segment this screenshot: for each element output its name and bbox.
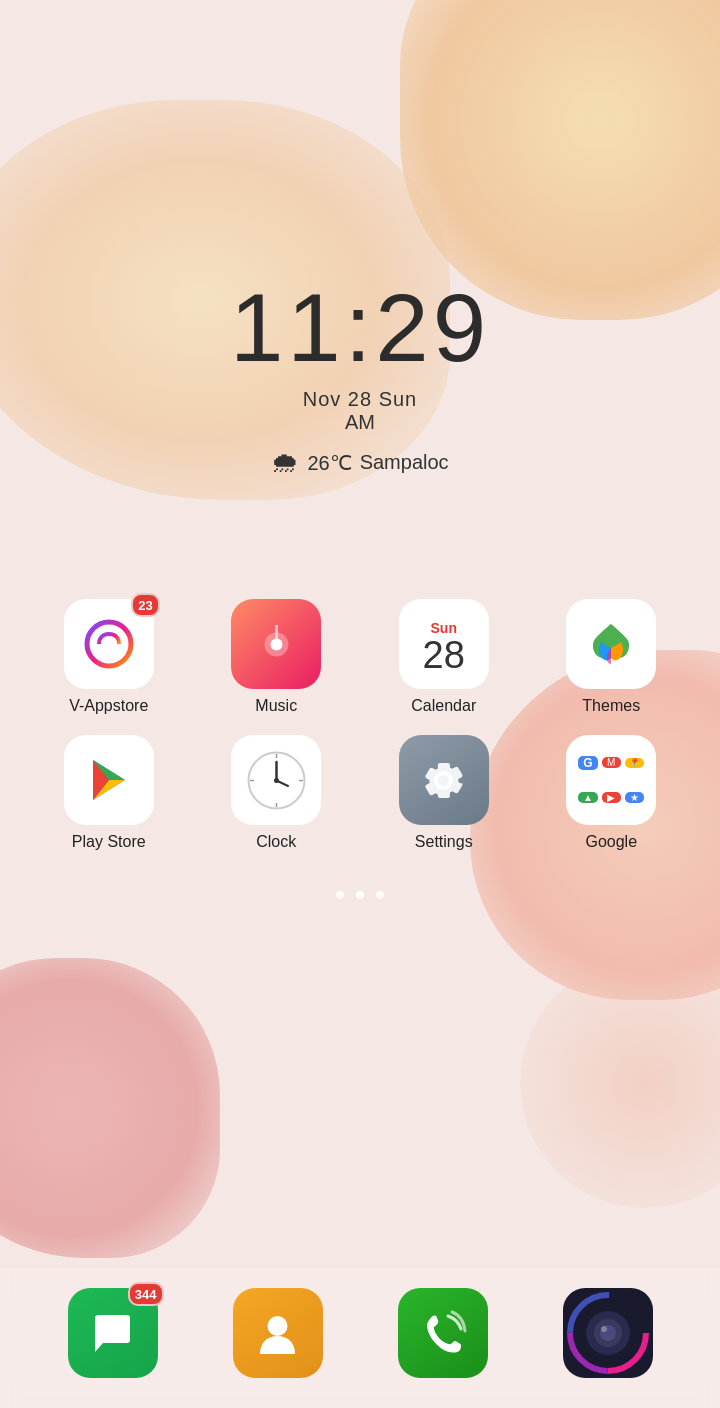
app-grid-row1: 23 V-Appstore Music (0, 539, 720, 871)
clock-date: Nov 28 Sun (303, 388, 418, 411)
clock-ampm: AM (345, 411, 375, 434)
music-label: Music (255, 697, 297, 715)
page-dot-1[interactable] (336, 891, 344, 899)
clock-icon (231, 735, 321, 825)
dock-contacts[interactable] (233, 1288, 323, 1378)
weather-icon: 🌧 (271, 446, 299, 479)
playstore-icon (64, 735, 154, 825)
vappstore-label: V-Appstore (69, 697, 148, 715)
weather-row: 🌧 26℃ Sampaloc (271, 446, 448, 479)
page-dot-2[interactable] (356, 891, 364, 899)
app-clock[interactable]: Clock (198, 735, 356, 851)
app-vappstore[interactable]: 23 V-Appstore (30, 599, 188, 715)
app-music[interactable]: Music (198, 599, 356, 715)
google-folder-label: Google (585, 833, 637, 851)
vappstore-badge: 23 (131, 593, 159, 617)
camera-dock-icon (563, 1288, 653, 1378)
contacts-dock-icon (233, 1288, 323, 1378)
google-folder-icon: G M 📍 ▲ ▶ ★ (566, 735, 656, 825)
clock-section: 11:29 Nov 28 Sun AM 🌧 26℃ Sampaloc (0, 0, 720, 479)
app-playstore[interactable]: Play Store (30, 735, 188, 851)
clock-label: Clock (256, 833, 296, 851)
playstore-label: Play Store (72, 833, 146, 851)
clock-time: 11:29 (230, 280, 490, 376)
page-dots (0, 891, 720, 899)
app-themes[interactable]: Themes (533, 599, 691, 715)
app-google-folder[interactable]: G M 📍 ▲ ▶ ★ Google (533, 735, 691, 851)
temperature: 26℃ (307, 451, 351, 475)
themes-icon (566, 599, 656, 689)
settings-icon (399, 735, 489, 825)
themes-label: Themes (582, 697, 640, 715)
calendar-icon: Sun 28 (399, 599, 489, 689)
svg-point-15 (268, 1316, 288, 1336)
app-settings[interactable]: Settings (365, 735, 523, 851)
settings-label: Settings (415, 833, 473, 851)
calendar-label: Calendar (411, 697, 476, 715)
app-calendar[interactable]: Sun 28 Calendar (365, 599, 523, 715)
svg-point-23 (601, 1326, 607, 1332)
dock-phone[interactable] (398, 1288, 488, 1378)
dock-camera[interactable] (563, 1288, 653, 1378)
page-dot-3[interactable] (376, 891, 384, 899)
svg-point-10 (274, 778, 279, 783)
calendar-num-label: 28 (423, 636, 465, 674)
phone-dock-icon (398, 1288, 488, 1378)
location: Sampaloc (360, 451, 449, 474)
music-icon (231, 599, 321, 689)
dock-messages[interactable]: 344 (68, 1288, 158, 1378)
dock: 344 (0, 1268, 720, 1408)
messages-badge: 344 (128, 1282, 164, 1306)
